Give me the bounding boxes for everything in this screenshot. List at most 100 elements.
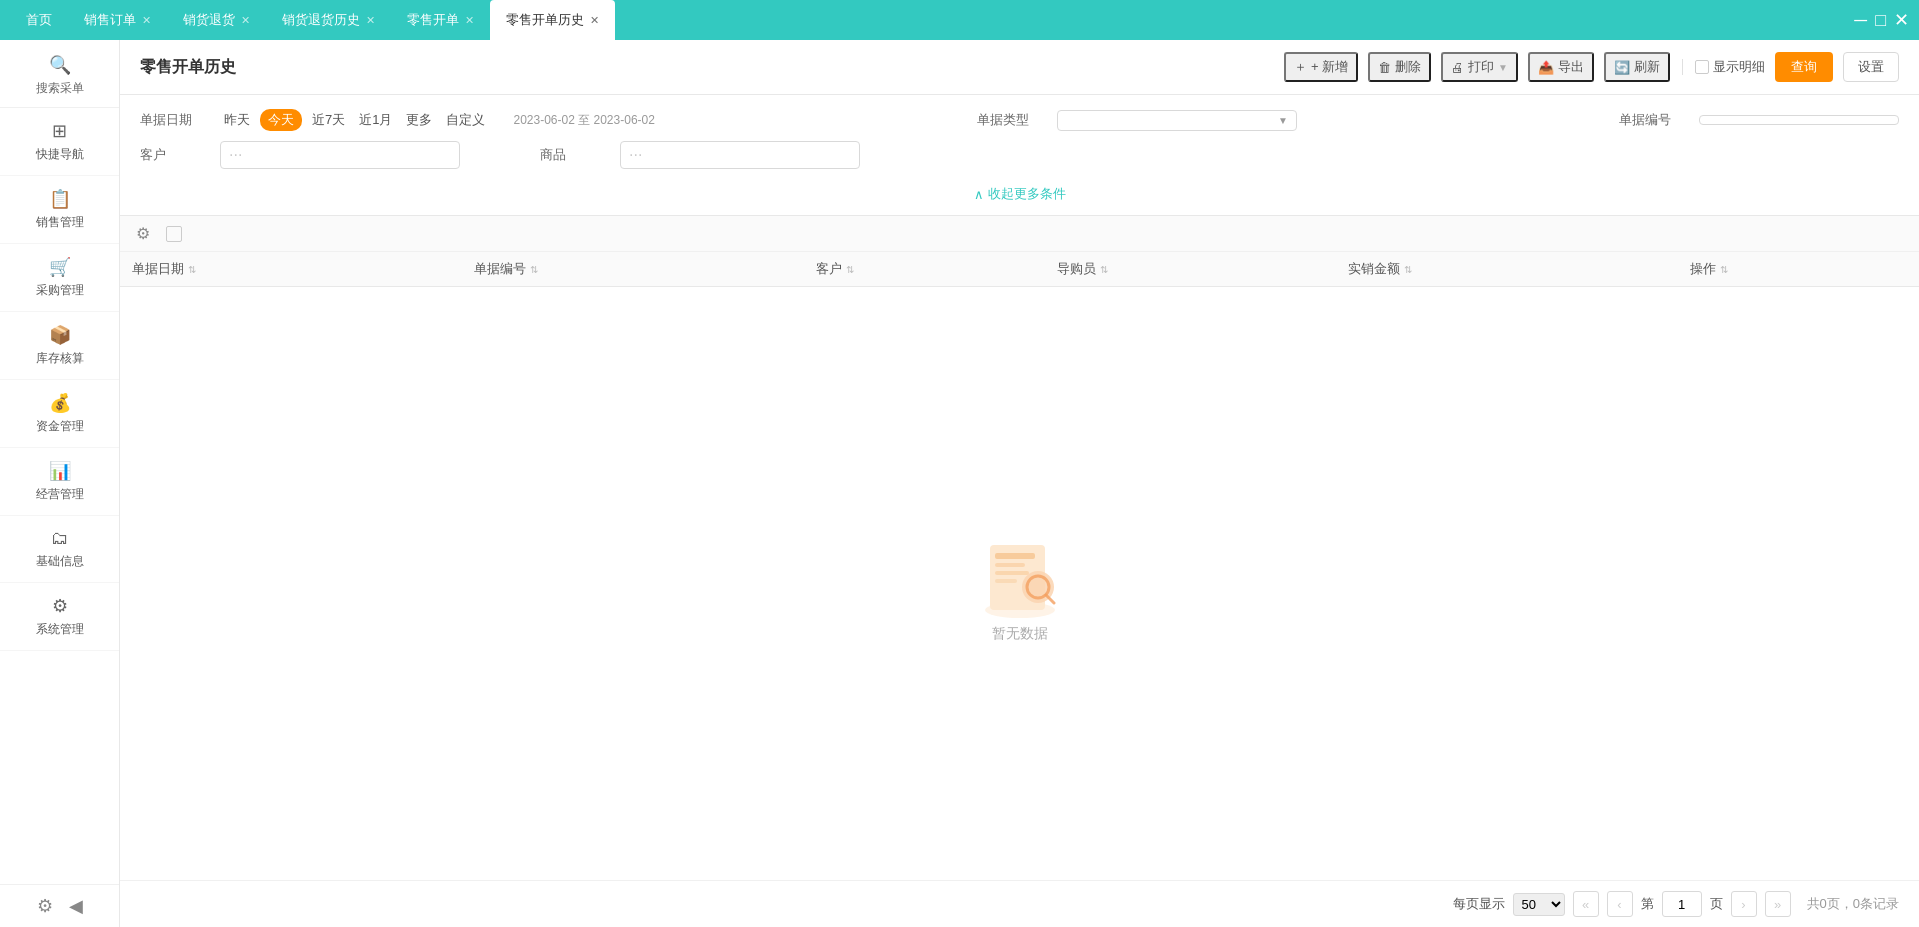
add-button[interactable]: ＋ + 新增 [1284,52,1358,82]
date-btn-近1月[interactable]: 近1月 [355,109,396,131]
table-head: 单据日期⇅单据编号⇅客户⇅导购员⇅实销金额⇅操作⇅ [120,252,1919,287]
settings-icon[interactable]: ⚙ [37,895,53,917]
window-max-icon[interactable]: □ [1875,10,1886,31]
content-area: 零售开单历史 ＋ + 新增 🗑 删除 🖨 打印 ▼ 📤 导出 [120,40,1919,927]
tab-close-sales-return-icon[interactable]: ✕ [241,14,250,27]
tab-close-retail-open-icon[interactable]: ✕ [465,14,474,27]
finance-label: 资金管理 [36,418,84,435]
last-page-button[interactable]: » [1765,891,1791,917]
page-label: 第 [1641,895,1654,913]
top-bar: 首页销售订单✕销货退货✕销货退货历史✕零售开单✕零售开单历史✕ ─ □ ✕ [0,0,1919,40]
svg-rect-2 [995,553,1035,559]
export-button[interactable]: 📤 导出 [1528,52,1594,82]
bill-no-input[interactable] [1699,115,1899,125]
sales-mgmt-icon: 📋 [49,188,71,210]
page-header: 零售开单历史 ＋ + 新增 🗑 删除 🖨 打印 ▼ 📤 导出 [120,40,1919,95]
col-no[interactable]: 单据编号⇅ [462,252,804,287]
tab-list: 首页销售订单✕销货退货✕销货退货历史✕零售开单✕零售开单历史✕ [10,0,1854,40]
sidebar-item-quick-nav[interactable]: ⊞ 快捷导航 [0,108,119,176]
total-info: 共0页，0条记录 [1807,895,1899,913]
show-detail-toggle[interactable]: 显示明细 [1695,58,1765,76]
sidebar-item-inventory[interactable]: 📦 库存核算 [0,312,119,380]
sidebar-item-finance[interactable]: 💰 资金管理 [0,380,119,448]
export-icon: 📤 [1538,60,1554,75]
refresh-button[interactable]: 🔄 刷新 [1604,52,1670,82]
date-btn-今天[interactable]: 今天 [260,109,302,131]
pagination: 每页显示 50 20 100 « ‹ 第 页 › » 共0页，0条记录 [120,880,1919,927]
window-min-icon[interactable]: ─ [1854,10,1867,31]
col-action[interactable]: 操作⇅ [1678,252,1919,287]
sort-action-icon: ⇅ [1720,264,1728,275]
header-actions: ＋ + 新增 🗑 删除 🖨 打印 ▼ 📤 导出 🔄 [1284,52,1899,82]
sidebar-search-label: 搜索采单 [36,80,84,97]
delete-button[interactable]: 🗑 删除 [1368,52,1431,82]
bill-type-select[interactable]: ▼ [1057,110,1297,131]
purchase-mgmt-icon: 🛒 [49,256,71,278]
tab-retail-open[interactable]: 零售开单✕ [391,0,490,40]
tab-sales-return[interactable]: 销货退货✕ [167,0,266,40]
col-amount[interactable]: 实销金额⇅ [1336,252,1678,287]
inventory-label: 库存核算 [36,350,84,367]
query-button[interactable]: 查询 [1775,52,1833,82]
collapse-more-btn[interactable]: ∧ 收起更多条件 [140,179,1899,205]
table-header-row: 单据日期⇅单据编号⇅客户⇅导购员⇅实销金额⇅操作⇅ [120,252,1919,287]
search-icon: 🔍 [49,54,71,76]
date-label: 单据日期 [140,111,200,129]
next-page-button[interactable]: › [1731,891,1757,917]
empty-illustration [970,525,1070,625]
prev-page-button[interactable]: ‹ [1607,891,1633,917]
date-btn-更多[interactable]: 更多 [402,109,436,131]
print-icon: 🖨 [1451,60,1464,75]
svg-rect-3 [995,563,1025,567]
empty-state: 暂无数据 [120,287,1919,880]
sort-amount-icon: ⇅ [1404,264,1412,275]
sidebar-item-purchase-mgmt[interactable]: 🛒 采购管理 [0,244,119,312]
filter-row-1: 单据日期 昨天今天近7天近1月更多自定义 2023-06-02 至 2023-0… [140,109,1899,131]
customer-ellipsis: ··· [229,146,242,164]
svg-rect-5 [995,579,1017,583]
date-range: 2023-06-02 至 2023-06-02 [513,112,654,129]
sales-mgmt-label: 销售管理 [36,214,84,231]
date-btn-昨天[interactable]: 昨天 [220,109,254,131]
system-mgmt-icon: ⚙ [52,595,68,617]
page-input[interactable] [1662,891,1702,917]
tab-home[interactable]: 首页 [10,0,68,40]
filter-row-2: 客户 ··· 商品 ··· [140,141,1899,169]
collapse-icon[interactable]: ◀ [69,895,83,917]
quick-nav-icon: ⊞ [52,120,67,142]
setting-button[interactable]: 设置 [1843,52,1899,82]
tab-close-retail-open-history-icon[interactable]: ✕ [590,14,599,27]
collapse-up-icon: ∧ [974,187,984,202]
tab-sales-order[interactable]: 销售订单✕ [68,0,167,40]
filter-area: 单据日期 昨天今天近7天近1月更多自定义 2023-06-02 至 2023-0… [120,95,1919,216]
col-date[interactable]: 单据日期⇅ [120,252,462,287]
per-page-select[interactable]: 50 20 100 [1513,893,1565,916]
table-settings-icon[interactable]: ⚙ [136,224,150,243]
select-all-checkbox[interactable] [166,226,182,242]
tab-retail-open-history[interactable]: 零售开单历史✕ [490,0,615,40]
date-buttons: 昨天今天近7天近1月更多自定义 [220,109,489,131]
tab-sales-return-history[interactable]: 销货退货历史✕ [266,0,391,40]
sidebar-search[interactable]: 🔍 搜索采单 [0,40,119,108]
sidebar-item-operations[interactable]: 📊 经营管理 [0,448,119,516]
sidebar-item-base-info[interactable]: 🗂 基础信息 [0,516,119,583]
sidebar-item-system-mgmt[interactable]: ⚙ 系统管理 [0,583,119,651]
show-detail-checkbox[interactable] [1695,60,1709,74]
date-btn-自定义[interactable]: 自定义 [442,109,489,131]
svg-rect-4 [995,571,1029,575]
chevron-down-icon: ▼ [1278,115,1288,126]
col-customer[interactable]: 客户⇅ [804,252,1045,287]
print-button[interactable]: 🖨 打印 ▼ [1441,52,1518,82]
col-guide[interactable]: 导购员⇅ [1045,252,1336,287]
goods-input[interactable]: ··· [620,141,860,169]
table-area: ⚙ 单据日期⇅单据编号⇅客户⇅导购员⇅实销金额⇅操作⇅ [120,216,1919,880]
base-info-icon: 🗂 [51,528,69,549]
sidebar-item-sales-mgmt[interactable]: 📋 销售管理 [0,176,119,244]
tab-close-sales-return-history-icon[interactable]: ✕ [366,14,375,27]
customer-input[interactable]: ··· [220,141,460,169]
tab-close-sales-order-icon[interactable]: ✕ [142,14,151,27]
page-unit: 页 [1710,895,1723,913]
window-close-icon[interactable]: ✕ [1894,9,1909,31]
first-page-button[interactable]: « [1573,891,1599,917]
date-btn-近7天[interactable]: 近7天 [308,109,349,131]
